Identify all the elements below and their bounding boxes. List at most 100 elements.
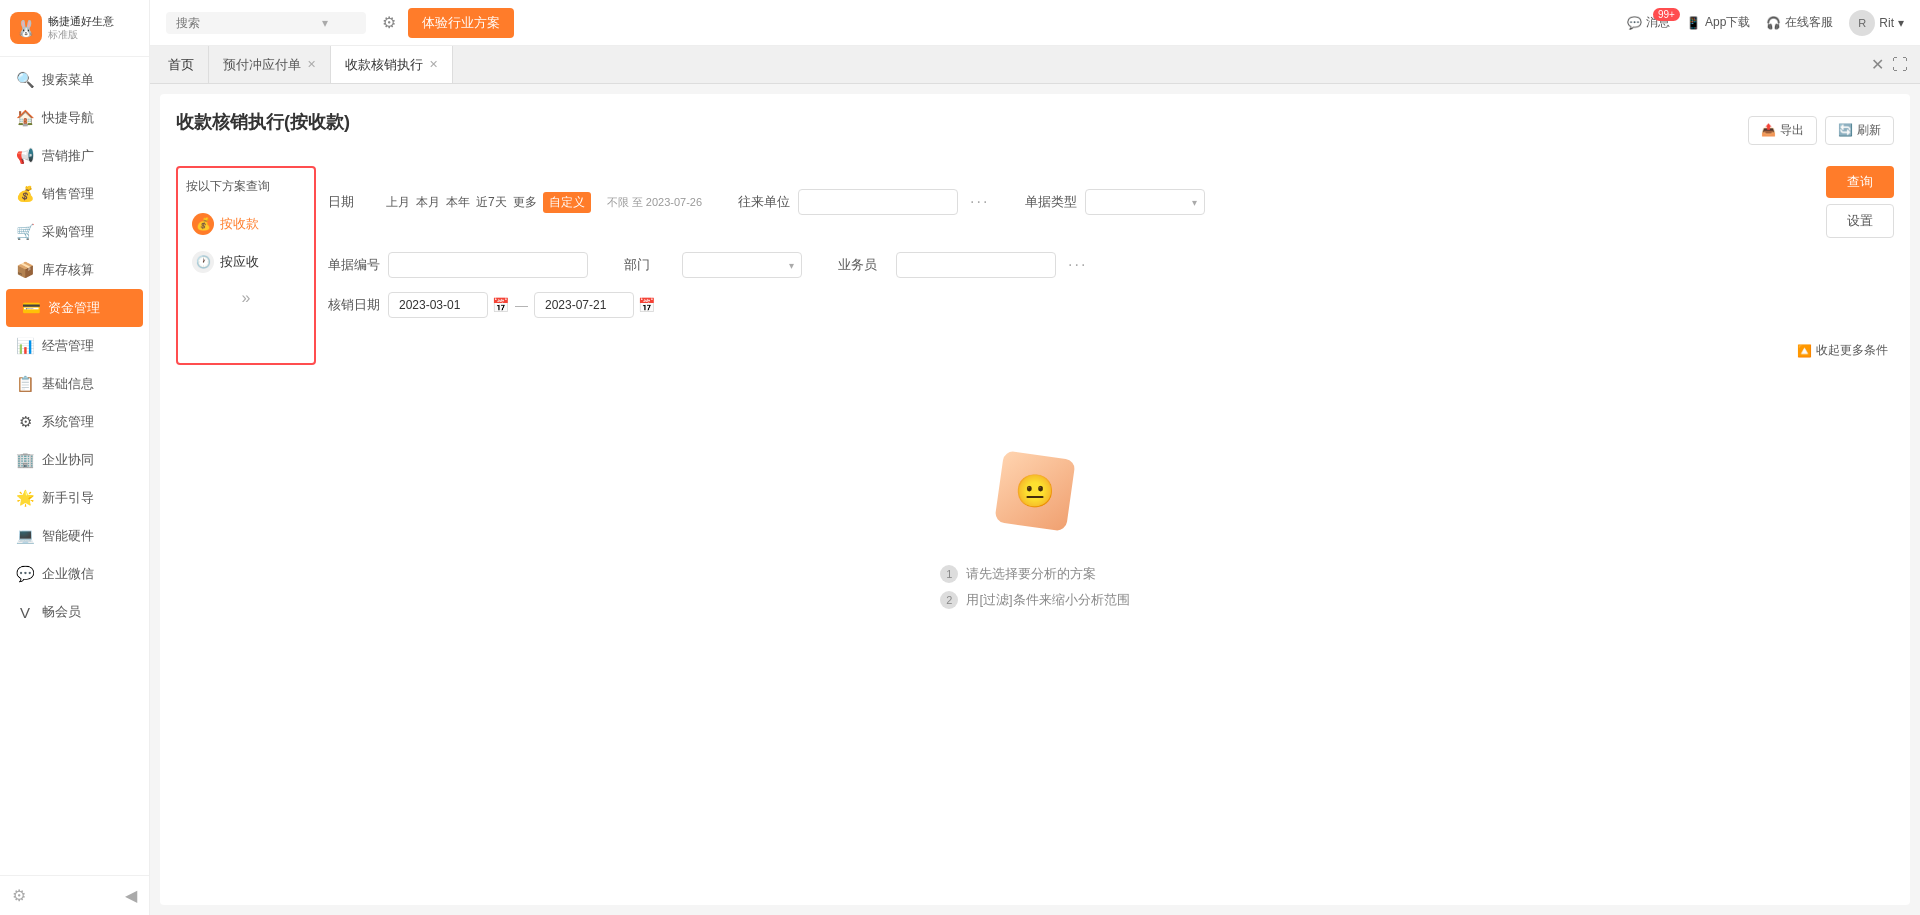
tab-bar: 首页 预付冲应付单 ✕ 收款核销执行 ✕ ✕ ⛶: [150, 46, 1920, 84]
system-label: 系统管理: [42, 413, 94, 431]
wechat-icon: 💬: [16, 565, 34, 583]
refresh-button[interactable]: 🔄 刷新: [1825, 116, 1894, 145]
settings-button[interactable]: 设置: [1826, 204, 1894, 238]
sidebar-item-enterprise[interactable]: 🏢 企业协同: [0, 441, 149, 479]
logo-text-block: 畅捷通好生意 标准版: [48, 14, 114, 42]
tab-home[interactable]: 首页: [154, 46, 209, 83]
gear-icon[interactable]: ⚙: [382, 13, 396, 32]
export-button[interactable]: 📤 导出: [1748, 116, 1817, 145]
inventory-icon: 📦: [16, 261, 34, 279]
app-download-button[interactable]: 📱 App下载: [1686, 14, 1750, 31]
export-icon: 📤: [1761, 123, 1776, 137]
verify-date-start-input[interactable]: [388, 292, 488, 318]
sidebar-item-search[interactable]: 🔍 搜索菜单: [0, 61, 149, 99]
message-button[interactable]: 💬 消息 99+: [1627, 14, 1670, 31]
shortcut-last-7[interactable]: 近7天: [476, 194, 507, 211]
hint-text-2: 用[过滤]条件来缩小分析范围: [966, 591, 1129, 609]
sidebar-item-basic-info[interactable]: 📋 基础信息: [0, 365, 149, 403]
counterpart-input[interactable]: [798, 189, 958, 215]
tab-receivable[interactable]: 收款核销执行 ✕: [331, 46, 453, 83]
filter-option-receivable-label: 按应收: [220, 253, 259, 271]
quick-nav-icon: 🏠: [16, 109, 34, 127]
filter-option-by-receipt[interactable]: 💰 按收款: [186, 205, 306, 243]
sidebar-item-operations[interactable]: 📊 经营管理: [0, 327, 149, 365]
sidebar-item-guide[interactable]: 🌟 新手引导: [0, 479, 149, 517]
filter-row-2: 单据编号 部门 业务员: [328, 252, 1894, 278]
finance-icon: 💳: [22, 299, 40, 317]
shortcut-this-month[interactable]: 本月: [416, 194, 440, 211]
sidebar-item-hardware[interactable]: 💻 智能硬件: [0, 517, 149, 555]
app-icon: 📱: [1686, 16, 1701, 30]
tab-prepay[interactable]: 预付冲应付单 ✕: [209, 46, 331, 83]
sidebar-bottom: ⚙ ◀: [0, 875, 149, 915]
salesperson-input[interactable]: [896, 252, 1056, 278]
doc-type-label: 单据类型: [1025, 193, 1077, 211]
hardware-icon: 💻: [16, 527, 34, 545]
finance-label: 资金管理: [48, 299, 100, 317]
hint-num-1: 1: [940, 565, 958, 583]
sidebar-collapse-btn[interactable]: »: [186, 289, 306, 307]
shortcut-last-month[interactable]: 上月: [386, 194, 410, 211]
guide-label: 新手引导: [42, 489, 94, 507]
date-separator: —: [515, 298, 528, 313]
verify-date-field: 核销日期 📅 — 📅: [328, 292, 655, 318]
online-service-button[interactable]: 🎧 在线客服: [1766, 14, 1833, 31]
shortcut-custom[interactable]: 自定义: [543, 192, 591, 213]
tab-close-all-icon[interactable]: ✕: [1871, 55, 1884, 74]
doc-no-input[interactable]: [388, 252, 588, 278]
sales-icon: 💰: [16, 185, 34, 203]
sidebar-item-quick-nav[interactable]: 🏠 快捷导航: [0, 99, 149, 137]
search-dropdown-icon[interactable]: ▾: [322, 16, 328, 30]
empty-hint-1: 1 请先选择要分析的方案: [940, 565, 1129, 583]
shortcut-this-year[interactable]: 本年: [446, 194, 470, 211]
sidebar-item-system[interactable]: ⚙ 系统管理: [0, 403, 149, 441]
search-input[interactable]: [176, 16, 316, 30]
filter-row-1: 日期 上月 本月 本年 近7天 更多 自定义 不限 至 2023-07-26: [328, 166, 1894, 238]
date-label: 日期: [328, 193, 378, 211]
tab-receivable-close[interactable]: ✕: [429, 58, 438, 71]
sidebar-item-marketing[interactable]: 📢 营销推广: [0, 137, 149, 175]
empty-icon: 😐: [985, 445, 1085, 545]
user-name: Rit: [1879, 16, 1894, 30]
hint-num-2: 2: [940, 591, 958, 609]
verify-date-end-cal-icon[interactable]: 📅: [638, 297, 655, 313]
department-select[interactable]: [682, 252, 802, 278]
hint-text-1: 请先选择要分析的方案: [966, 565, 1096, 583]
counterpart-dots-icon[interactable]: ···: [970, 193, 989, 211]
counterpart-label: 往来单位: [738, 193, 790, 211]
solution-button[interactable]: 体验行业方案: [408, 8, 514, 38]
filter-layout: 按以下方案查询 💰 按收款 🕐 按应收 »: [176, 166, 1894, 365]
tab-home-label: 首页: [168, 56, 194, 74]
filter-option-receivable-icon: 🕐: [192, 251, 214, 273]
message-badge: 99+: [1653, 8, 1680, 21]
filter-form: 日期 上月 本月 本年 近7天 更多 自定义 不限 至 2023-07-26: [328, 166, 1894, 365]
system-icon: ⚙: [16, 413, 34, 431]
empty-state: 😐 1 请先选择要分析的方案 2 用[过滤]条件来缩小分析范围: [176, 365, 1894, 689]
member-label: 畅会员: [42, 603, 81, 621]
member-icon: V: [16, 604, 34, 621]
settings-icon[interactable]: ⚙: [12, 886, 26, 905]
date-no-limit: 不限 至 2023-07-26: [607, 196, 702, 208]
user-menu[interactable]: R Rit ▾: [1849, 10, 1904, 36]
collapse-more-wrap: 🔼 收起更多条件: [328, 332, 1894, 365]
collapse-more-btn[interactable]: 🔼 收起更多条件: [1791, 336, 1894, 365]
sidebar-item-inventory[interactable]: 📦 库存核算: [0, 251, 149, 289]
page-content: 收款核销执行(按收款) 📤 导出 🔄 刷新 按以下方案查询: [160, 94, 1910, 905]
verify-date-start-cal-icon[interactable]: 📅: [492, 297, 509, 313]
sidebar-item-finance[interactable]: 💳 资金管理: [6, 289, 143, 327]
query-button[interactable]: 查询: [1826, 166, 1894, 198]
verify-date-end-input[interactable]: [534, 292, 634, 318]
collapse-icon[interactable]: ◀: [125, 886, 137, 905]
filter-sidebar: 按以下方案查询 💰 按收款 🕐 按应收 »: [176, 166, 316, 365]
tab-fullscreen-icon[interactable]: ⛶: [1892, 56, 1908, 74]
salesperson-dots-icon[interactable]: ···: [1068, 256, 1087, 274]
sidebar-item-wechat[interactable]: 💬 企业微信: [0, 555, 149, 593]
shortcut-more[interactable]: 更多: [513, 194, 537, 211]
sidebar-item-purchase[interactable]: 🛒 采购管理: [0, 213, 149, 251]
filter-option-by-receivable[interactable]: 🕐 按应收: [186, 243, 306, 281]
tab-prepay-close[interactable]: ✕: [307, 58, 316, 71]
sidebar-item-sales[interactable]: 💰 销售管理: [0, 175, 149, 213]
doc-type-select[interactable]: [1085, 189, 1205, 215]
refresh-icon: 🔄: [1838, 123, 1853, 137]
sidebar-item-member[interactable]: V 畅会员: [0, 593, 149, 631]
